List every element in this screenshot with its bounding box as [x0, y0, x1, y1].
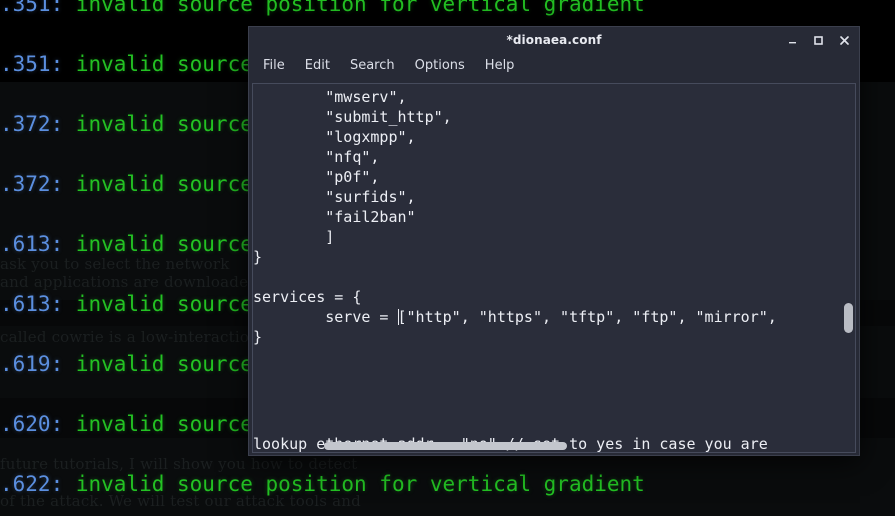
close-icon[interactable] — [837, 33, 851, 47]
editor-text-before-caret: serve = — [253, 308, 398, 326]
terminal-message: invalid source position for vertical gra… — [63, 472, 645, 496]
horizontal-scrollbar-thumb[interactable] — [324, 442, 567, 450]
terminal-timestamp: .372: — [0, 172, 64, 196]
menu-item-file[interactable]: File — [261, 57, 287, 74]
terminal-timestamp: .619: — [0, 352, 64, 376]
terminal-timestamp: .613: — [0, 292, 64, 316]
ghost-text-line: ask you to select the network — [0, 255, 230, 273]
window-controls — [785, 27, 851, 53]
maximize-icon[interactable] — [811, 33, 825, 47]
text-editor-window[interactable]: *dionaea.conf File Edit Search Options H… — [248, 26, 860, 456]
editor-line: "logxmpp", — [253, 128, 416, 146]
editor-line: ] — [253, 228, 335, 246]
terminal-timestamp: .620: — [0, 412, 64, 436]
menu-item-options[interactable]: Options — [413, 57, 467, 74]
menu-bar: File Edit Search Options Help — [249, 53, 859, 77]
editor-line: "submit_http", — [253, 108, 452, 126]
ghost-text-line: and applications are downloaded — [0, 273, 258, 291]
terminal-message: invalid source position for vertical gra… — [63, 0, 645, 16]
menu-item-help[interactable]: Help — [483, 57, 517, 74]
editor-line: "nfq", — [253, 148, 380, 166]
terminal-line: .351: invalid source position for vertic… — [0, 0, 645, 16]
horizontal-scrollbar[interactable] — [254, 441, 854, 451]
terminal-timestamp: .351: — [0, 52, 64, 76]
menu-item-search[interactable]: Search — [348, 57, 397, 74]
editor-line: "fail2ban" — [253, 208, 416, 226]
editor-line: "mwserv", — [253, 88, 407, 106]
menu-item-edit[interactable]: Edit — [303, 57, 332, 74]
terminal-line: .622: invalid source position for vertic… — [0, 472, 645, 496]
window-titlebar[interactable]: *dionaea.conf — [249, 27, 859, 53]
terminal-timestamp: .372: — [0, 112, 64, 136]
editor-text-after-caret: ["http", "https", "tftp", "ftp", "mirror… — [397, 308, 777, 326]
ghost-text-line: called cowrie is a low-interaction — [0, 328, 259, 346]
editor-line-with-caret: serve = ["http", "https", "tftp", "ftp",… — [253, 307, 777, 327]
screen-root: ask you to select the network and applica… — [0, 0, 895, 516]
vertical-scrollbar-thumb[interactable] — [844, 303, 853, 333]
editor-line: "surfids", — [253, 188, 416, 206]
editor-line: "p0f", — [253, 168, 380, 186]
terminal-timestamp: .613: — [0, 232, 64, 256]
ghost-text-line: future tutorials, I will show you how to… — [0, 455, 358, 473]
editor-line: services = { — [253, 288, 362, 306]
editor-line: } — [253, 248, 263, 266]
editor-text-area[interactable]: "mwserv", "submit_http", "logxmpp", "nfq… — [252, 83, 856, 453]
minimize-icon[interactable] — [785, 33, 799, 47]
terminal-timestamp: .351: — [0, 0, 64, 16]
editor-line: } — [253, 328, 263, 346]
vertical-scrollbar[interactable] — [843, 85, 854, 452]
editor-content[interactable]: "mwserv", "submit_http", "logxmpp", "nfq… — [253, 84, 855, 452]
terminal-timestamp: .622: — [0, 472, 64, 496]
window-title: *dionaea.conf — [506, 33, 602, 47]
